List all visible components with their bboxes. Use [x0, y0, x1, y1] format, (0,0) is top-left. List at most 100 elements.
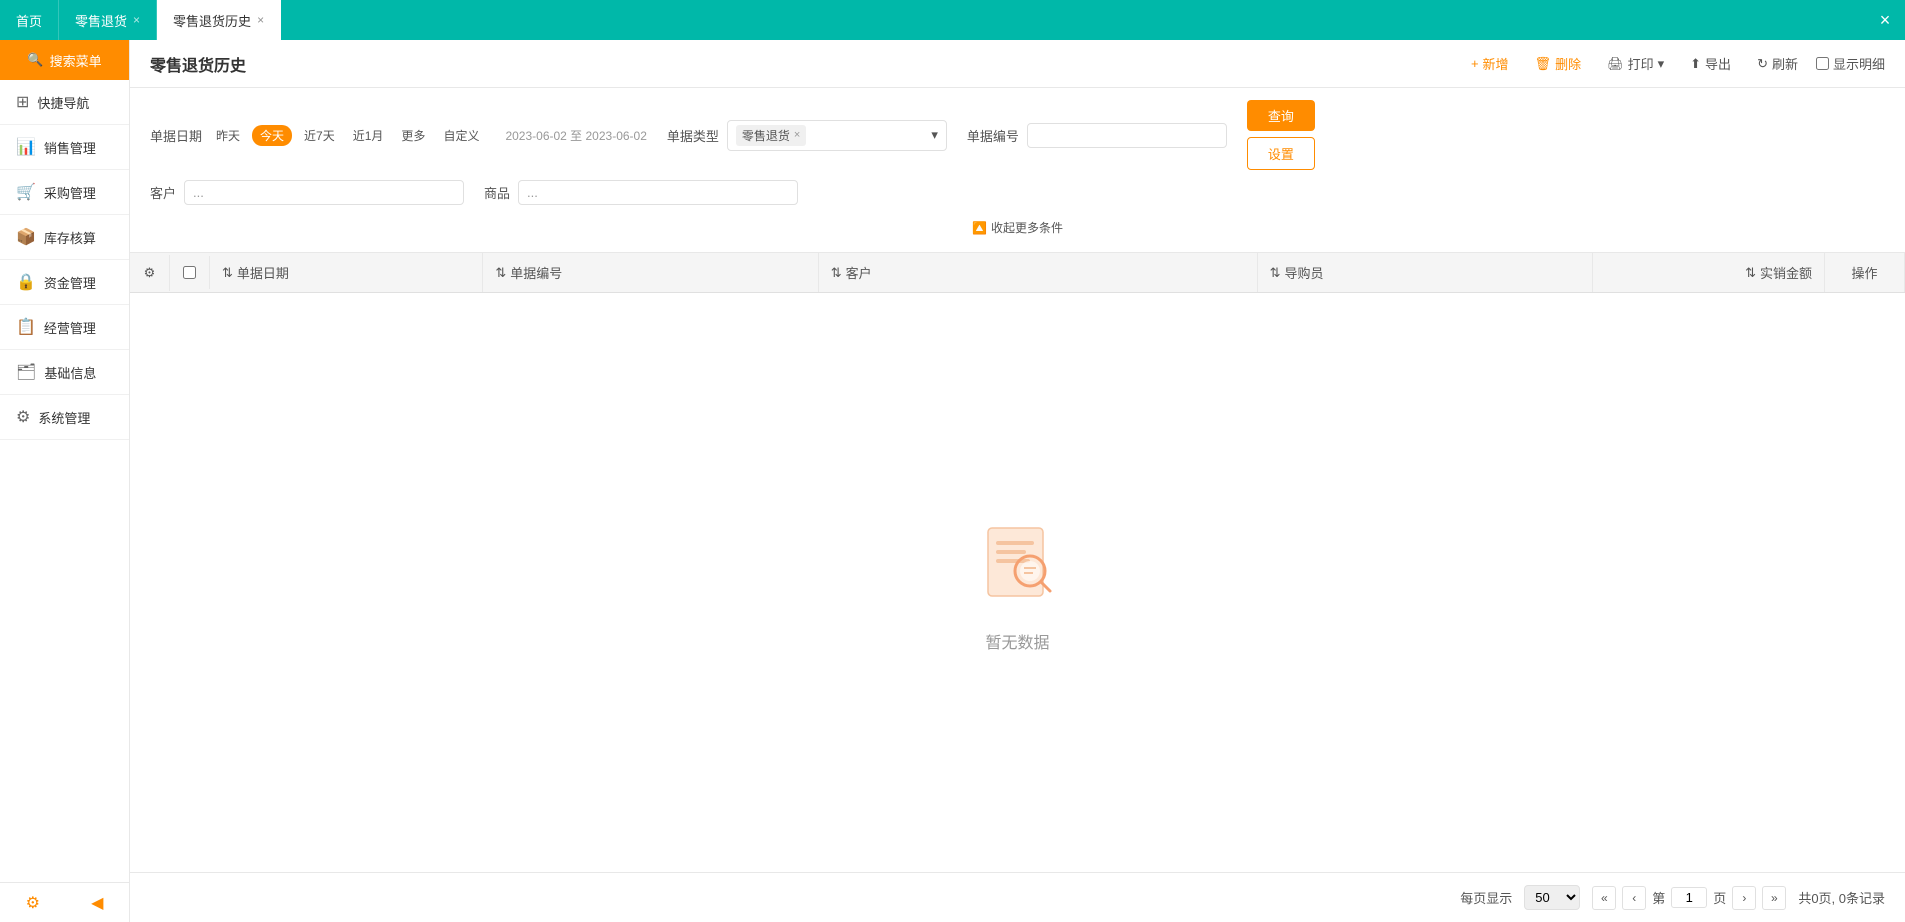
th-amount[interactable]: ⇅ 实销金额 [1593, 253, 1825, 292]
sidebar-item-basic-info-label: 基础信息 [44, 363, 96, 382]
th-customer[interactable]: ⇅ 客户 [819, 253, 1258, 292]
page-label: 第 [1652, 888, 1665, 907]
table-header: ⚙ ⇅ 单据日期 ⇅ 单据编号 ⇅ 客户 ⇅ [130, 253, 1905, 293]
date-range-display: 2023-06-02 至 2023-06-02 [505, 127, 646, 144]
th-code-label: 单据编号 [510, 263, 562, 282]
sidebar-item-quick-nav[interactable]: ⊞ 快捷导航 [0, 80, 129, 125]
tab-retail-return[interactable]: 零售退货 × [59, 0, 157, 40]
page-input[interactable] [1671, 887, 1707, 908]
customer-dots: ... [193, 185, 204, 200]
sidebar-item-purchase[interactable]: 🛒 采购管理 [0, 170, 129, 215]
voucher-no-filter: 单据编号 [967, 123, 1227, 148]
voucher-type-tag-close[interactable]: × [794, 129, 800, 141]
add-button[interactable]: + 新增 [1463, 50, 1517, 77]
date-shortcuts: 昨天 今天 近7天 近1月 更多 自定义 [210, 125, 485, 146]
sidebar-item-sales-label: 销售管理 [44, 138, 96, 157]
top-bar: 首页 零售退货 × 零售退货历史 × × [0, 0, 1905, 40]
sidebar-settings-button[interactable]: ⚙ [26, 893, 40, 913]
th-date-sort-icon: ⇅ [222, 265, 233, 281]
date-range-text: 2023-06-02 至 2023-06-02 [505, 127, 646, 144]
voucher-no-input[interactable] [1027, 123, 1227, 148]
export-button[interactable]: ⬆ 导出 [1682, 50, 1739, 77]
page-nav: « ‹ 第 页 › » [1592, 886, 1786, 910]
th-amount-sort-icon: ⇅ [1745, 265, 1756, 281]
voucher-type-select[interactable]: 零售退货 × ▾ [727, 120, 947, 151]
tab-home-label: 首页 [16, 11, 42, 30]
page-header: 零售退货历史 + 新增 🗑 删除 🖨 打印 ▾ ⬆ 导出 [130, 40, 1905, 88]
refresh-button[interactable]: ↻ 刷新 [1749, 50, 1806, 77]
basic-info-icon: 🗂 [16, 362, 36, 382]
sidebar-item-finance[interactable]: 🔒 资金管理 [0, 260, 129, 305]
page-prev-button[interactable]: ‹ [1622, 886, 1646, 910]
tab-retail-return-close[interactable]: × [133, 13, 140, 27]
page-first-button[interactable]: « [1592, 886, 1616, 910]
window-close-button[interactable]: × [1865, 10, 1905, 31]
date-1month[interactable]: 近1月 [347, 125, 390, 146]
refresh-icon: ↻ [1757, 56, 1768, 72]
print-button[interactable]: 🖨 打印 ▾ [1599, 50, 1672, 77]
purchase-icon: 🛒 [16, 182, 36, 202]
sidebar-item-sales[interactable]: 📊 销售管理 [0, 125, 129, 170]
th-code[interactable]: ⇅ 单据编号 [483, 253, 818, 292]
sidebar-search[interactable]: 🔍 搜索菜单 [0, 40, 129, 80]
sidebar-item-inventory[interactable]: 📦 库存核算 [0, 215, 129, 260]
sidebar-item-system[interactable]: ⚙ 系统管理 [0, 395, 129, 440]
collapse-button[interactable]: 🔼 收起更多条件 [960, 215, 1075, 240]
system-icon: ⚙ [16, 407, 30, 427]
customer-select[interactable]: ... [184, 180, 464, 205]
sidebar-item-finance-label: 资金管理 [44, 273, 96, 292]
page-size-select[interactable]: 50 10 20 100 [1524, 885, 1580, 910]
export-icon: ⬆ [1690, 56, 1701, 72]
date-custom[interactable]: 自定义 [437, 125, 485, 146]
quick-nav-icon: ⊞ [16, 92, 29, 112]
date-today[interactable]: 今天 [252, 125, 292, 146]
th-action: 操作 [1825, 253, 1905, 292]
select-all-checkbox[interactable] [183, 266, 196, 279]
goods-filter: 商品 ... [484, 180, 798, 205]
th-guide[interactable]: ⇅ 导购员 [1258, 253, 1593, 292]
th-code-sort-icon: ⇅ [495, 265, 506, 281]
show-detail-checkbox-group: 显示明细 [1816, 54, 1885, 73]
tab-bar: 首页 零售退货 × 零售退货历史 × [0, 0, 1865, 40]
pagination: 每页显示 50 10 20 100 « ‹ 第 页 › » 共0页, 0条记录 [130, 872, 1905, 922]
goods-select[interactable]: ... [518, 180, 798, 205]
sidebar-menu: ⊞ 快捷导航 📊 销售管理 🛒 采购管理 📦 库存核算 🔒 资金管理 📋 [0, 80, 129, 882]
date-yesterday[interactable]: 昨天 [210, 125, 246, 146]
table-area: ⚙ ⇅ 单据日期 ⇅ 单据编号 ⇅ 客户 ⇅ [130, 253, 1905, 922]
date-label: 单据日期 [150, 126, 202, 145]
print-icon: 🖨 [1607, 56, 1624, 72]
total-info: 共0页, 0条记录 [1798, 888, 1885, 907]
show-detail-checkbox[interactable] [1816, 57, 1829, 70]
goods-dots: ... [527, 185, 538, 200]
content-area: 零售退货历史 + 新增 🗑 删除 🖨 打印 ▾ ⬆ 导出 [130, 40, 1905, 922]
voucher-no-label: 单据编号 [967, 126, 1019, 145]
page-last-button[interactable]: » [1762, 886, 1786, 910]
export-label: 导出 [1705, 54, 1731, 73]
th-action-label: 操作 [1851, 263, 1877, 282]
th-guide-label: 导购员 [1285, 263, 1324, 282]
empty-icon [968, 513, 1068, 613]
page-next-button[interactable]: › [1732, 886, 1756, 910]
delete-button[interactable]: 🗑 删除 [1527, 50, 1590, 77]
tab-retail-return-history-close[interactable]: × [257, 13, 264, 27]
date-more[interactable]: 更多 [395, 125, 431, 146]
voucher-type-filter: 单据类型 零售退货 × ▾ [667, 120, 947, 151]
th-customer-label: 客户 [846, 263, 872, 282]
tab-retail-return-history[interactable]: 零售退货历史 × [157, 0, 281, 40]
sidebar-item-basic-info[interactable]: 🗂 基础信息 [0, 350, 129, 395]
customer-label: 客户 [150, 183, 176, 202]
date-7days[interactable]: 近7天 [298, 125, 341, 146]
settings-button[interactable]: 设置 [1247, 137, 1315, 170]
add-label: 新增 [1483, 54, 1509, 73]
query-settings-group: 查询 设置 [1247, 100, 1315, 170]
sales-icon: 📊 [16, 137, 36, 157]
collapse-row: 🔼 收起更多条件 [150, 215, 1885, 240]
th-settings[interactable]: ⚙ [130, 255, 170, 291]
customer-filter: 客户 ... [150, 180, 464, 205]
tab-home[interactable]: 首页 [0, 0, 59, 40]
th-date[interactable]: ⇅ 单据日期 [210, 253, 483, 292]
sidebar-item-operations[interactable]: 📋 经营管理 [0, 305, 129, 350]
query-button[interactable]: 查询 [1247, 100, 1315, 131]
sidebar-collapse-button[interactable]: ◀ [91, 893, 103, 913]
add-icon: + [1471, 56, 1479, 71]
